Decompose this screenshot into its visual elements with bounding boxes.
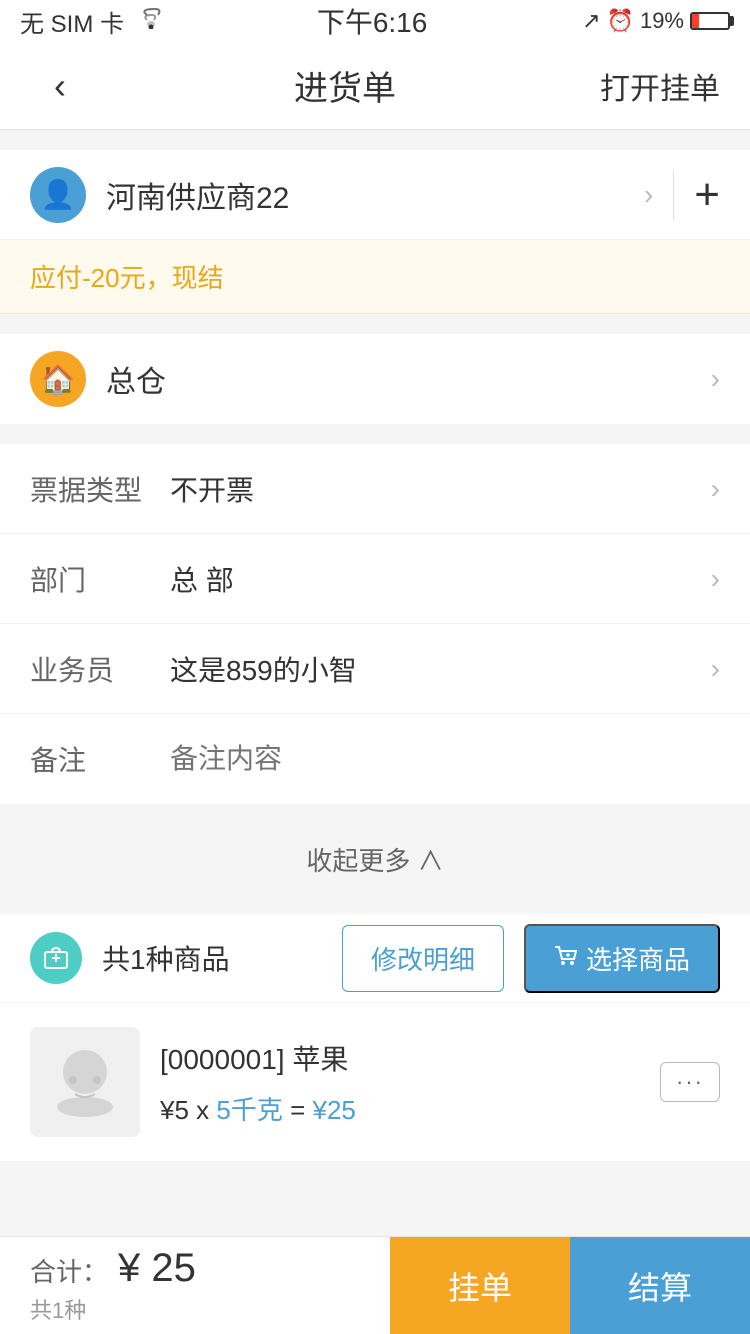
status-left: 无 SIM 卡: [20, 4, 162, 39]
edit-details-button[interactable]: 修改明细: [342, 925, 504, 992]
remarks-input[interactable]: [170, 743, 720, 775]
product-unit-price: ¥5: [160, 1095, 189, 1125]
salesperson-row[interactable]: 业务员 这是859的小智 ›: [0, 624, 750, 714]
product-code: [0000001]: [160, 1044, 285, 1075]
open-pending-button[interactable]: 打开挂单: [600, 64, 720, 108]
product-header: 共1种商品 修改明细 选择商品: [0, 914, 750, 1002]
equals-sign: =: [290, 1095, 312, 1125]
remarks-row[interactable]: 备注: [0, 714, 750, 804]
supplier-name: 河南供应商22: [106, 173, 634, 217]
pending-button[interactable]: 挂单: [390, 1237, 570, 1334]
wifi-icon: [132, 7, 162, 36]
product-more-button[interactable]: ···: [660, 1062, 720, 1102]
back-button[interactable]: ‹: [30, 56, 90, 116]
product-count: 共1种商品: [102, 938, 322, 978]
total-sub: 共1种: [30, 1293, 360, 1325]
cart-icon: [554, 943, 578, 974]
product-info: [0000001] 苹果 ¥5 x 5千克 = ¥25: [160, 1038, 640, 1127]
house-icon: 🏠: [41, 363, 76, 396]
warehouse-section: 🏠 总仓 ›: [0, 334, 750, 424]
collapse-toggle[interactable]: 收起更多 ∧: [0, 824, 750, 894]
total-row: 合计： ¥ 25: [30, 1246, 360, 1291]
divider-1: [0, 314, 750, 334]
product-item: [0000001] 苹果 ¥5 x 5千克 = ¥25 ···: [0, 1003, 750, 1161]
collapse-label: 收起更多 ∧: [306, 841, 443, 878]
supplier-add-button[interactable]: +: [694, 173, 720, 217]
supplier-avatar: 👤: [30, 167, 86, 223]
form-section: 票据类型 不开票 › 部门 总 部 › 业务员 这是859的小智 › 备注: [0, 444, 750, 804]
salesperson-label: 业务员: [30, 649, 170, 689]
total-label: 合计：: [30, 1252, 108, 1289]
times-icon: x: [196, 1095, 216, 1125]
warehouse-icon: 🏠: [30, 351, 86, 407]
total-section: 合计： ¥ 25 共1种: [0, 1237, 390, 1334]
status-right: ↗ ⏰ 19%: [582, 8, 730, 34]
select-product-button[interactable]: 选择商品: [524, 924, 720, 993]
carrier-label: 无 SIM 卡: [20, 4, 124, 39]
product-section-icon: [30, 932, 82, 984]
invoice-type-label: 票据类型: [30, 469, 170, 509]
salesperson-value: 这是859的小智: [170, 649, 701, 689]
supplier-row[interactable]: 👤 河南供应商22 › +: [0, 150, 750, 240]
invoice-type-row[interactable]: 票据类型 不开票 ›: [0, 444, 750, 534]
select-product-label: 选择商品: [586, 940, 690, 977]
salesperson-chevron-icon: ›: [711, 653, 720, 685]
product-total: ¥25: [313, 1095, 356, 1125]
department-row[interactable]: 部门 总 部 ›: [0, 534, 750, 624]
product-title: 苹果: [292, 1044, 348, 1075]
warehouse-chevron-icon: ›: [711, 363, 720, 395]
checkout-button[interactable]: 结算: [570, 1237, 750, 1334]
battery-icon: [690, 12, 730, 30]
supplier-divider: [673, 170, 674, 220]
top-divider: [0, 130, 750, 150]
invoice-type-chevron-icon: ›: [711, 473, 720, 505]
notice-banner: 应付-20元，现结: [0, 240, 750, 314]
bottom-bar: 合计： ¥ 25 共1种 挂单 结算: [0, 1236, 750, 1334]
product-price-row: ¥5 x 5千克 = ¥25: [160, 1090, 640, 1127]
warehouse-row[interactable]: 🏠 总仓 ›: [0, 334, 750, 424]
alarm-icon: ⏰: [607, 8, 634, 34]
warehouse-name: 总仓: [106, 357, 701, 401]
product-quantity: 5千克: [216, 1095, 282, 1125]
status-bar: 无 SIM 卡 下午6:16 ↗ ⏰ 19%: [0, 0, 750, 42]
supplier-chevron-icon: ›: [644, 179, 653, 211]
gps-icon: ↗: [582, 8, 600, 34]
total-amount: ¥ 25: [118, 1246, 196, 1291]
remarks-text-input[interactable]: [170, 743, 720, 775]
department-label: 部门: [30, 559, 170, 599]
remarks-label: 备注: [30, 739, 170, 779]
battery-label: 19%: [640, 8, 684, 34]
nav-bar: ‹ 进货单 打开挂单: [0, 42, 750, 130]
product-name: [0000001] 苹果: [160, 1038, 640, 1078]
avatar-icon: 👤: [41, 178, 76, 211]
supplier-section: 👤 河南供应商22 › + 应付-20元，现结: [0, 150, 750, 314]
status-time: 下午6:16: [317, 1, 428, 41]
department-value: 总 部: [170, 559, 701, 599]
page-title: 进货单: [294, 61, 396, 110]
department-chevron-icon: ›: [711, 563, 720, 595]
divider-2: [0, 894, 750, 914]
product-thumbnail: [30, 1027, 140, 1137]
invoice-type-value: 不开票: [170, 469, 701, 509]
